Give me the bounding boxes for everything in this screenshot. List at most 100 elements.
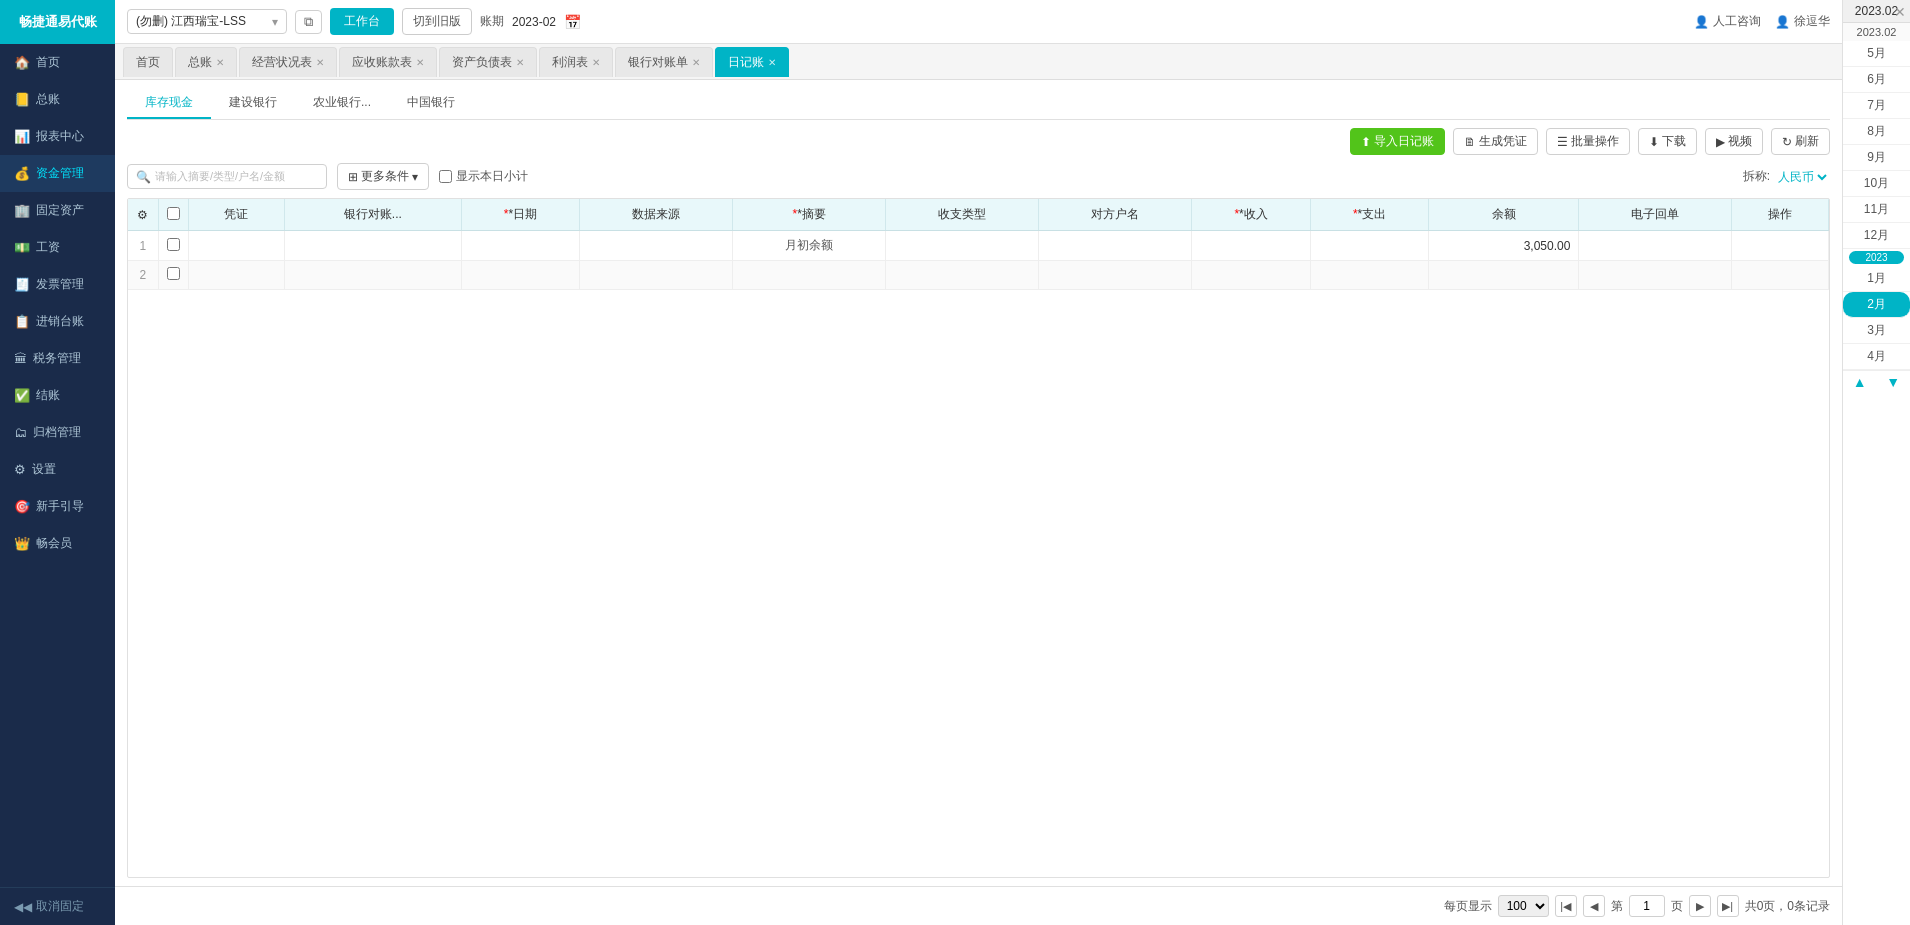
funds-icon: 💰 bbox=[14, 166, 30, 181]
period-label: 账期 bbox=[480, 13, 504, 30]
generate-voucher-button[interactable]: 🗎 生成凭证 bbox=[1453, 128, 1538, 155]
support-button[interactable]: 👤 人工咨询 bbox=[1694, 13, 1761, 30]
refresh-button[interactable]: ↻ 刷新 bbox=[1771, 128, 1830, 155]
main-content: (勿删) 江西瑞宝-LSS ▾ ⧉ 工作台 切到旧版 账期 2023-02 📅 … bbox=[115, 0, 1842, 925]
tab-balance-sheet-close[interactable]: ✕ bbox=[516, 57, 524, 68]
first-page-button[interactable]: |◀ bbox=[1555, 895, 1577, 917]
sidebar-item-guide[interactable]: 🎯 新手引导 bbox=[0, 488, 115, 525]
period-month-8[interactable]: 8月 bbox=[1843, 119, 1910, 145]
page-size-select[interactable]: 100 50 20 10 bbox=[1498, 895, 1549, 917]
period-month-11[interactable]: 11月 bbox=[1843, 197, 1910, 223]
sidebar-item-settings[interactable]: ⚙ 设置 bbox=[0, 451, 115, 488]
unpin-button[interactable]: ◀◀ 取消固定 bbox=[0, 887, 115, 925]
row-checkbox-2[interactable] bbox=[167, 267, 180, 280]
download-button[interactable]: ⬇ 下载 bbox=[1638, 128, 1697, 155]
more-conditions-button[interactable]: ⊞ 更多条件 ▾ bbox=[337, 163, 429, 190]
select-all-checkbox[interactable] bbox=[167, 207, 180, 220]
sub-tab-ccb[interactable]: 建设银行 bbox=[211, 88, 295, 119]
page-content: 库存现金 建设银行 农业银行... 中国银行 ⬆ 导入日记账 🗎 生成凭证 bbox=[115, 80, 1842, 886]
tab-receivables[interactable]: 应收账款表 ✕ bbox=[339, 47, 437, 77]
sub-tab-cash[interactable]: 库存现金 bbox=[127, 88, 211, 119]
col-balance: 余额 bbox=[1429, 199, 1579, 231]
row-bank-match-1 bbox=[285, 231, 462, 261]
row-voucher-1 bbox=[188, 231, 285, 261]
col-voucher: 凭证 bbox=[188, 199, 285, 231]
salary-icon: 💵 bbox=[14, 240, 30, 255]
tab-receivables-close[interactable]: ✕ bbox=[416, 57, 424, 68]
app-logo: 畅捷通易代账 bbox=[0, 0, 115, 44]
show-today-checkbox[interactable]: 显示本日小计 bbox=[439, 168, 528, 185]
batch-operation-button[interactable]: ☰ 批量操作 bbox=[1546, 128, 1630, 155]
calendar-icon[interactable]: 📅 bbox=[564, 14, 581, 30]
row-e-invoice-2 bbox=[1579, 261, 1732, 290]
sidebar-item-tax[interactable]: 🏛 税务管理 bbox=[0, 340, 115, 377]
row-check-1 bbox=[158, 231, 188, 261]
tab-home[interactable]: 首页 bbox=[123, 47, 173, 77]
sidebar-item-purchase-sales[interactable]: 📋 进销台账 bbox=[0, 303, 115, 340]
sub-tab-abc-label: 农业银行... bbox=[313, 95, 371, 109]
sub-tab-boc[interactable]: 中国银行 bbox=[389, 88, 473, 119]
currency-select[interactable]: 人民币 bbox=[1774, 169, 1830, 185]
tab-journal-close[interactable]: ✕ bbox=[768, 57, 776, 68]
period-month-2[interactable]: 2月 bbox=[1843, 292, 1910, 318]
sidebar-item-label: 归档管理 bbox=[33, 424, 81, 441]
tab-balance-sheet[interactable]: 资产负债表 ✕ bbox=[439, 47, 537, 77]
copy-button[interactable]: ⧉ bbox=[295, 10, 322, 34]
page-number-input[interactable] bbox=[1629, 895, 1665, 917]
sidebar-item-reports[interactable]: 📊 报表中心 bbox=[0, 118, 115, 155]
tab-bank-statement[interactable]: 银行对账单 ✕ bbox=[615, 47, 713, 77]
tab-ledger-close[interactable]: ✕ bbox=[216, 57, 224, 68]
tab-bank-statement-close[interactable]: ✕ bbox=[692, 57, 700, 68]
sidebar-item-invoice[interactable]: 🧾 发票管理 bbox=[0, 266, 115, 303]
sidebar-item-label: 固定资产 bbox=[36, 202, 84, 219]
last-page-button[interactable]: ▶| bbox=[1717, 895, 1739, 917]
search-input[interactable]: 🔍 请输入摘要/类型/户名/金额 bbox=[127, 164, 327, 189]
import-journal-button[interactable]: ⬆ 导入日记账 bbox=[1350, 128, 1445, 155]
period-nav-down[interactable]: ▼ bbox=[1886, 374, 1900, 390]
tab-business-status[interactable]: 经营状况表 ✕ bbox=[239, 47, 337, 77]
tab-business-status-close[interactable]: ✕ bbox=[316, 57, 324, 68]
sub-tab-abc[interactable]: 农业银行... bbox=[295, 88, 389, 119]
period-month-5[interactable]: 5月 bbox=[1843, 41, 1910, 67]
data-table: ⚙ 凭证 银行对账... **日期 数据来源 **摘要 收支类型 对方户名 **… bbox=[127, 198, 1830, 878]
period-month-7[interactable]: 7月 bbox=[1843, 93, 1910, 119]
period-nav-up[interactable]: ▲ bbox=[1853, 374, 1867, 390]
user-profile[interactable]: 👤 徐逗华 bbox=[1775, 13, 1830, 30]
tab-ledger[interactable]: 总账 ✕ bbox=[175, 47, 237, 77]
row-e-invoice-1 bbox=[1579, 231, 1732, 261]
period-month-6[interactable]: 6月 bbox=[1843, 67, 1910, 93]
row-checkbox-1[interactable] bbox=[167, 238, 180, 251]
sidebar-item-fixed-assets[interactable]: 🏢 固定资产 bbox=[0, 192, 115, 229]
sidebar-item-archive[interactable]: 🗂 归档管理 bbox=[0, 414, 115, 451]
row-counterpart-2 bbox=[1039, 261, 1192, 290]
sidebar-item-salary[interactable]: 💵 工资 bbox=[0, 229, 115, 266]
tab-profit[interactable]: 利润表 ✕ bbox=[539, 47, 613, 77]
workspace-button[interactable]: 工作台 bbox=[330, 8, 394, 35]
sidebar-item-home[interactable]: 🏠 首页 bbox=[0, 44, 115, 81]
sidebar-item-funds[interactable]: 💰 资金管理 bbox=[0, 155, 115, 192]
tab-home-label: 首页 bbox=[136, 54, 160, 71]
period-month-1[interactable]: 1月 bbox=[1843, 266, 1910, 292]
sidebar: 畅捷通易代账 🏠 首页 📒 总账 📊 报表中心 💰 资金管理 🏢 固定资产 💵 … bbox=[0, 0, 115, 925]
sidebar-item-close-books[interactable]: ✅ 结账 bbox=[0, 377, 115, 414]
tab-profit-close[interactable]: ✕ bbox=[592, 57, 600, 68]
invoice-icon: 🧾 bbox=[14, 277, 30, 292]
old-version-button[interactable]: 切到旧版 bbox=[402, 8, 472, 35]
company-selector[interactable]: (勿删) 江西瑞宝-LSS ▾ bbox=[127, 9, 287, 34]
show-today-input[interactable] bbox=[439, 170, 452, 183]
period-month-9[interactable]: 9月 bbox=[1843, 145, 1910, 171]
sidebar-item-ledger[interactable]: 📒 总账 bbox=[0, 81, 115, 118]
next-page-button[interactable]: ▶ bbox=[1689, 895, 1711, 917]
video-button[interactable]: ▶ 视频 bbox=[1705, 128, 1763, 155]
tab-journal[interactable]: 日记账 ✕ bbox=[715, 47, 789, 77]
col-settings: ⚙ bbox=[128, 199, 158, 231]
period-month-3[interactable]: 3月 bbox=[1843, 318, 1910, 344]
period-panel-close[interactable]: ✕ bbox=[1894, 4, 1906, 20]
sidebar-item-member[interactable]: 👑 畅会员 bbox=[0, 525, 115, 562]
period-month-4[interactable]: 4月 bbox=[1843, 344, 1910, 370]
period-month-12[interactable]: 12月 bbox=[1843, 223, 1910, 249]
prev-page-button[interactable]: ◀ bbox=[1583, 895, 1605, 917]
refresh-icon: ↻ bbox=[1782, 135, 1792, 149]
period-month-10[interactable]: 10月 bbox=[1843, 171, 1910, 197]
sidebar-item-label: 首页 bbox=[36, 54, 60, 71]
